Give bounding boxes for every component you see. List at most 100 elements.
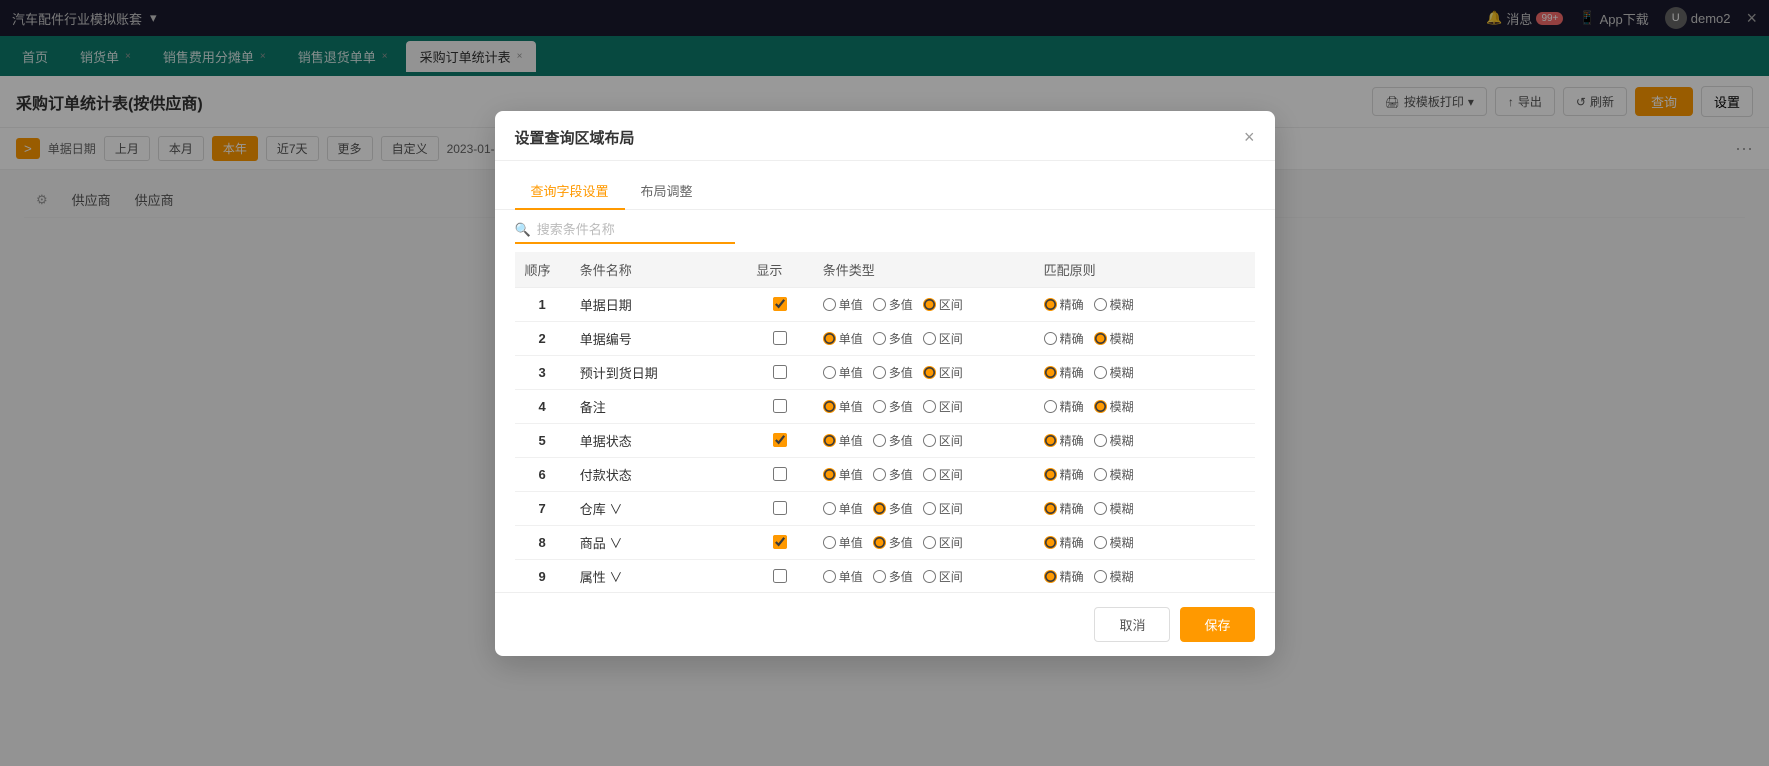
show-checkbox-5[interactable]	[773, 433, 787, 447]
row-show-1[interactable]	[746, 287, 812, 321]
match-fuzzy-6[interactable]: 模糊	[1094, 466, 1134, 483]
row-match-9[interactable]: 精确 模糊	[1034, 559, 1255, 592]
match-fuzzy-8[interactable]: 模糊	[1094, 534, 1134, 551]
save-button[interactable]: 保存	[1180, 607, 1254, 642]
match-fuzzy-4[interactable]: 模糊	[1094, 398, 1134, 415]
row-order-6: 6	[515, 457, 570, 491]
type-single-8[interactable]: 单值	[823, 534, 863, 551]
row-type-2[interactable]: 单值 多值 区间	[813, 321, 1034, 355]
row-show-7[interactable]	[746, 491, 812, 525]
type-single-5[interactable]: 单值	[823, 432, 863, 449]
settings-dialog: 设置查询区域布局 × 查询字段设置 布局调整 🔍	[495, 111, 1275, 656]
type-single-9[interactable]: 单值	[823, 568, 863, 585]
row-show-3[interactable]	[746, 355, 812, 389]
search-icon: 🔍	[515, 222, 531, 238]
match-exact-1[interactable]: 精确	[1044, 296, 1084, 313]
type-single-4[interactable]: 单值	[823, 398, 863, 415]
row-show-9[interactable]	[746, 559, 812, 592]
dialog-search-area: 🔍	[495, 210, 1275, 252]
row-type-1[interactable]: 单值 多值 区间	[813, 287, 1034, 321]
type-single-6[interactable]: 单值	[823, 466, 863, 483]
show-checkbox-4[interactable]	[773, 399, 787, 413]
type-single-3[interactable]: 单值	[823, 364, 863, 381]
table-row: 2单据编号 单值 多值 区间 精确 模糊	[515, 321, 1255, 355]
row-name-3: 预计到货日期	[570, 355, 747, 389]
row-match-5[interactable]: 精确 模糊	[1034, 423, 1255, 457]
show-checkbox-8[interactable]	[773, 535, 787, 549]
row-type-9[interactable]: 单值 多值 区间	[813, 559, 1034, 592]
type-range-2[interactable]: 区间	[923, 330, 963, 347]
match-exact-7[interactable]: 精确	[1044, 500, 1084, 517]
match-exact-6[interactable]: 精确	[1044, 466, 1084, 483]
type-range-9[interactable]: 区间	[923, 568, 963, 585]
match-exact-5[interactable]: 精确	[1044, 432, 1084, 449]
row-match-4[interactable]: 精确 模糊	[1034, 389, 1255, 423]
row-match-3[interactable]: 精确 模糊	[1034, 355, 1255, 389]
type-range-7[interactable]: 区间	[923, 500, 963, 517]
tab-layout[interactable]: 布局调整	[625, 173, 709, 210]
dialog-title: 设置查询区域布局	[515, 127, 635, 148]
table-row: 1单据日期 单值 多值 区间 精确 模糊	[515, 287, 1255, 321]
type-range-3[interactable]: 区间	[923, 364, 963, 381]
row-show-4[interactable]	[746, 389, 812, 423]
type-range-1[interactable]: 区间	[923, 296, 963, 313]
match-fuzzy-9[interactable]: 模糊	[1094, 568, 1134, 585]
type-single-7[interactable]: 单值	[823, 500, 863, 517]
type-range-8[interactable]: 区间	[923, 534, 963, 551]
row-type-4[interactable]: 单值 多值 区间	[813, 389, 1034, 423]
match-exact-2[interactable]: 精确	[1044, 330, 1084, 347]
cancel-button[interactable]: 取消	[1094, 607, 1170, 642]
row-type-5[interactable]: 单值 多值 区间	[813, 423, 1034, 457]
row-show-6[interactable]	[746, 457, 812, 491]
type-multi-4[interactable]: 多值	[873, 398, 913, 415]
table-row: 3预计到货日期 单值 多值 区间 精确 模糊	[515, 355, 1255, 389]
col-header-order: 顺序	[515, 252, 570, 288]
type-multi-2[interactable]: 多值	[873, 330, 913, 347]
row-match-7[interactable]: 精确 模糊	[1034, 491, 1255, 525]
match-exact-4[interactable]: 精确	[1044, 398, 1084, 415]
type-multi-3[interactable]: 多值	[873, 364, 913, 381]
match-exact-9[interactable]: 精确	[1044, 568, 1084, 585]
match-fuzzy-7[interactable]: 模糊	[1094, 500, 1134, 517]
row-show-2[interactable]	[746, 321, 812, 355]
type-multi-6[interactable]: 多值	[873, 466, 913, 483]
row-type-7[interactable]: 单值 多值 区间	[813, 491, 1034, 525]
table-row: 6付款状态 单值 多值 区间 精确 模糊	[515, 457, 1255, 491]
type-multi-5[interactable]: 多值	[873, 432, 913, 449]
row-type-3[interactable]: 单值 多值 区间	[813, 355, 1034, 389]
type-multi-8[interactable]: 多值	[873, 534, 913, 551]
match-exact-3[interactable]: 精确	[1044, 364, 1084, 381]
type-single-2[interactable]: 单值	[823, 330, 863, 347]
row-match-1[interactable]: 精确 模糊	[1034, 287, 1255, 321]
show-checkbox-3[interactable]	[773, 365, 787, 379]
type-single-1[interactable]: 单值	[823, 296, 863, 313]
show-checkbox-2[interactable]	[773, 331, 787, 345]
row-match-8[interactable]: 精确 模糊	[1034, 525, 1255, 559]
type-range-5[interactable]: 区间	[923, 432, 963, 449]
conditions-table: 顺序 条件名称 显示 条件类型 匹配原则 1单据日期 单值 多值 区间	[515, 252, 1255, 592]
row-type-8[interactable]: 单值 多值 区间	[813, 525, 1034, 559]
type-range-6[interactable]: 区间	[923, 466, 963, 483]
show-checkbox-9[interactable]	[773, 569, 787, 583]
dialog-close-button[interactable]: ×	[1244, 128, 1255, 146]
match-fuzzy-5[interactable]: 模糊	[1094, 432, 1134, 449]
row-match-2[interactable]: 精确 模糊	[1034, 321, 1255, 355]
search-input[interactable]	[537, 222, 717, 237]
show-checkbox-1[interactable]	[773, 297, 787, 311]
row-show-5[interactable]	[746, 423, 812, 457]
type-multi-7[interactable]: 多值	[873, 500, 913, 517]
type-range-4[interactable]: 区间	[923, 398, 963, 415]
type-multi-1[interactable]: 多值	[873, 296, 913, 313]
match-fuzzy-3[interactable]: 模糊	[1094, 364, 1134, 381]
row-type-6[interactable]: 单值 多值 区间	[813, 457, 1034, 491]
show-checkbox-7[interactable]	[773, 501, 787, 515]
match-fuzzy-2[interactable]: 模糊	[1094, 330, 1134, 347]
match-fuzzy-1[interactable]: 模糊	[1094, 296, 1134, 313]
row-match-6[interactable]: 精确 模糊	[1034, 457, 1255, 491]
table-row: 8商品 ∨ 单值 多值 区间 精确 模糊	[515, 525, 1255, 559]
type-multi-9[interactable]: 多值	[873, 568, 913, 585]
show-checkbox-6[interactable]	[773, 467, 787, 481]
row-show-8[interactable]	[746, 525, 812, 559]
tab-query-fields[interactable]: 查询字段设置	[515, 173, 625, 210]
match-exact-8[interactable]: 精确	[1044, 534, 1084, 551]
